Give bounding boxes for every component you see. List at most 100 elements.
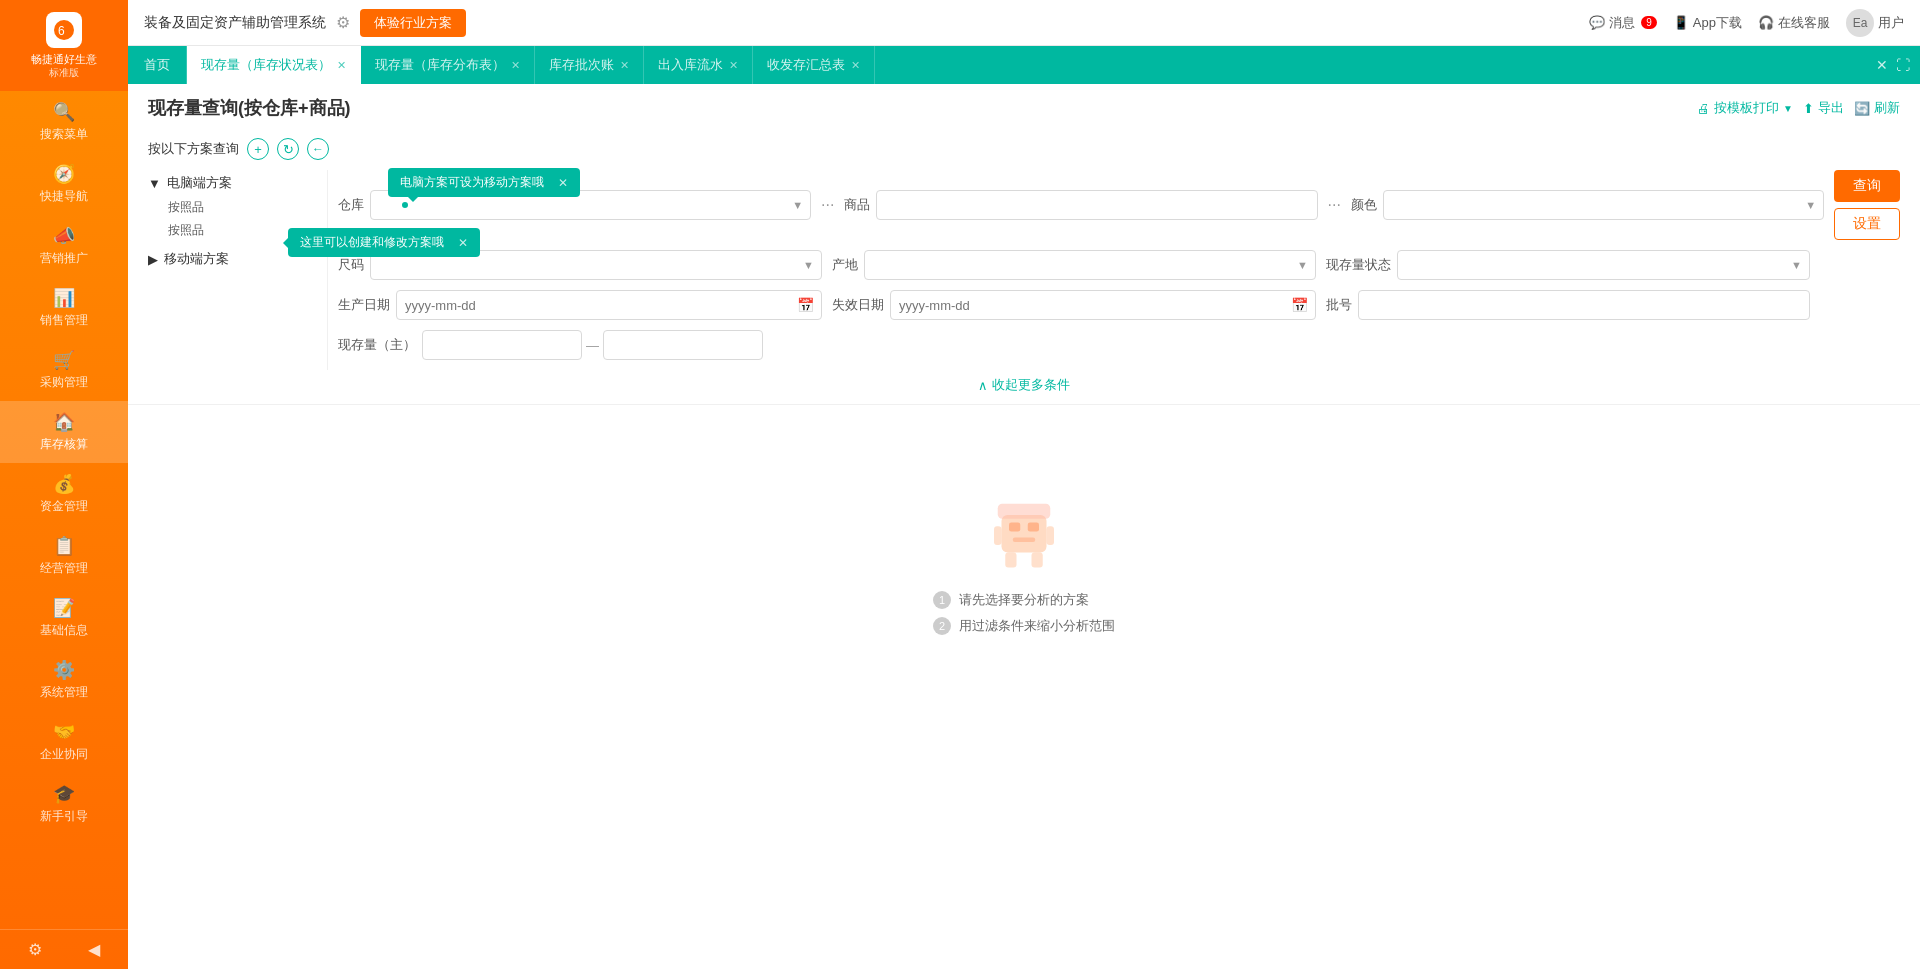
filter-stock-status: 现存量状态 ▼ <box>1326 250 1810 280</box>
sidebar-item-enterprise[interactable]: 🤝 企业协同 <box>0 711 128 773</box>
filter-color: 颜色 ▼ <box>1351 190 1824 220</box>
empty-step-2: 2 用过滤条件来缩小分析范围 <box>933 617 1115 635</box>
sidebar-item-guide[interactable]: 🎓 新手引导 <box>0 773 128 835</box>
fullscreen-icon[interactable]: ⛶ <box>1896 57 1910 73</box>
origin-select-wrapper: ▼ <box>864 250 1316 280</box>
sidebar-nav: 🔍 搜索菜单 🧭 快捷导航 📣 营销推广 📊 销售管理 🛒 采购管理 🏠 库存核… <box>0 91 128 929</box>
filter-section: 仓库 ▼ ··· 商品 <box>328 170 1900 370</box>
trial-button[interactable]: 体验行业方案 <box>360 9 466 37</box>
sidebar-item-quick-nav[interactable]: 🧭 快捷导航 <box>0 153 128 215</box>
tab-inventory-status[interactable]: 现存量（库存状况表） ✕ <box>187 46 361 84</box>
notification-btn[interactable]: 💬 消息 9 <box>1589 14 1657 32</box>
scheme-list: ▼ 电脑端方案 按照品 按照品 ▶ 移动端方案 <box>148 170 328 370</box>
online-support-btn[interactable]: 🎧 在线客服 <box>1758 14 1830 32</box>
system-settings-icon[interactable]: ⚙ <box>336 13 350 32</box>
scheme-item-1[interactable]: 按照品 <box>148 196 327 219</box>
batch-no-input[interactable] <box>1358 290 1810 320</box>
expire-date-input[interactable] <box>890 290 1316 320</box>
tab-spacer <box>875 46 1866 84</box>
main-area: 装备及固定资产辅助管理系统 ⚙ 体验行业方案 💬 消息 9 📱 App下载 🎧 … <box>128 0 1920 969</box>
back-button[interactable]: ← <box>307 138 329 160</box>
print-template-button[interactable]: 🖨 按模板打印 ▼ <box>1697 99 1793 117</box>
refresh-button[interactable]: 🔄 刷新 <box>1854 99 1900 117</box>
sidebar-item-finance[interactable]: 💰 资金管理 <box>0 463 128 525</box>
megaphone-icon: 📣 <box>53 225 75 247</box>
collapse-sidebar-icon[interactable]: ◀ <box>88 940 100 959</box>
warehouse-dots-icon[interactable]: ··· <box>821 196 834 214</box>
sidebar-item-basic-info[interactable]: 📝 基础信息 <box>0 587 128 649</box>
stock-range-label: 现存量（主） <box>338 336 416 354</box>
collapse-button[interactable]: ∧ 收起更多条件 <box>978 376 1070 394</box>
add-scheme-button[interactable]: + <box>247 138 269 160</box>
sidebar-item-purchase[interactable]: 🛒 采购管理 <box>0 339 128 401</box>
page-actions: 🖨 按模板打印 ▼ ⬆ 导出 🔄 刷新 <box>1697 99 1900 117</box>
expire-date-label: 失效日期 <box>832 296 884 314</box>
sidebar-item-marketing[interactable]: 📣 营销推广 <box>0 215 128 277</box>
sidebar-item-sales[interactable]: 📊 销售管理 <box>0 277 128 339</box>
color-select[interactable] <box>1383 190 1824 220</box>
collapse-row: ∧ 收起更多条件 <box>148 370 1900 404</box>
avatar: Ea <box>1846 9 1874 37</box>
search-area: 按以下方案查询 + ↻ ← ▼ 电脑端方案 按照品 <box>128 128 1920 405</box>
close-tooltip-1[interactable]: ✕ <box>558 176 568 190</box>
stock-range-to-input[interactable] <box>603 330 763 360</box>
empty-step-1: 1 请先选择要分析的方案 <box>933 591 1115 609</box>
settings-bottom-icon[interactable]: ⚙ <box>28 940 42 959</box>
enterprise-icon: 🤝 <box>53 721 75 743</box>
origin-select[interactable] <box>864 250 1316 280</box>
close-tab-inventory-dist[interactable]: ✕ <box>511 59 520 72</box>
svg-rect-10 <box>998 504 1051 519</box>
prod-date-input[interactable] <box>396 290 822 320</box>
range-dash: — <box>586 338 599 353</box>
page-inner: 现存量查询(按仓库+商品) 🖨 按模板打印 ▼ ⬆ 导出 🔄 刷新 <box>128 84 1920 969</box>
page-header: 现存量查询(按仓库+商品) 🖨 按模板打印 ▼ ⬆ 导出 🔄 刷新 <box>128 84 1920 128</box>
header-left: 装备及固定资产辅助管理系统 ⚙ 体验行业方案 <box>144 9 466 37</box>
stock-range-from-input[interactable] <box>422 330 582 360</box>
tab-inventory-dist[interactable]: 现存量（库存分布表） ✕ <box>361 46 535 84</box>
sidebar-bottom: ⚙ ◀ <box>0 929 128 969</box>
close-tab-flow[interactable]: ✕ <box>729 59 738 72</box>
product-input[interactable] <box>876 190 1317 220</box>
sidebar-item-search[interactable]: 🔍 搜索菜单 <box>0 91 128 153</box>
sidebar-item-operations[interactable]: 📋 经营管理 <box>0 525 128 587</box>
product-label: 商品 <box>844 196 870 214</box>
stock-status-select[interactable] <box>1397 250 1810 280</box>
close-all-icon[interactable]: ✕ <box>1876 57 1888 73</box>
sidebar-item-system[interactable]: ⚙️ 系统管理 <box>0 649 128 711</box>
sidebar: 6 畅捷通好生意 标准版 🔍 搜索菜单 🧭 快捷导航 📣 营销推广 📊 销售管理… <box>0 0 128 969</box>
tab-home[interactable]: 首页 <box>128 46 187 84</box>
close-tooltip-2[interactable]: ✕ <box>458 236 468 250</box>
tab-batch[interactable]: 库存批次账 ✕ <box>535 46 644 84</box>
size-label: 尺码 <box>338 256 364 274</box>
tab-summary[interactable]: 收发存汇总表 ✕ <box>753 46 875 84</box>
notification-badge: 9 <box>1641 16 1657 29</box>
user-area[interactable]: Ea 用户 <box>1846 9 1904 37</box>
print-dropdown-icon: ▼ <box>1783 103 1793 114</box>
product-dots-icon[interactable]: ··· <box>1328 196 1341 214</box>
export-button[interactable]: ⬆ 导出 <box>1803 99 1844 117</box>
svg-rect-3 <box>1009 523 1020 532</box>
scheme-group-desktop-header[interactable]: ▼ 电脑端方案 <box>148 170 327 196</box>
reset-button[interactable]: 设置 <box>1834 208 1900 240</box>
prod-date-wrap: 📅 <box>396 290 822 320</box>
header-right: 💬 消息 9 📱 App下载 🎧 在线客服 Ea 用户 <box>1589 9 1904 37</box>
search-header: 按以下方案查询 + ↻ ← <box>148 138 1900 160</box>
sidebar-item-inventory[interactable]: 🏠 库存核算 <box>0 401 128 463</box>
refresh-scheme-button[interactable]: ↻ <box>277 138 299 160</box>
search-button[interactable]: 查询 <box>1834 170 1900 202</box>
close-tab-inventory-status[interactable]: ✕ <box>337 59 346 72</box>
filter-origin: 产地 ▼ <box>832 250 1316 280</box>
tab-flow[interactable]: 出入库流水 ✕ <box>644 46 753 84</box>
filter-row-2: 尺码 ▼ 产地 <box>338 250 1900 280</box>
close-tab-summary[interactable]: ✕ <box>851 59 860 72</box>
close-tab-batch[interactable]: ✕ <box>620 59 629 72</box>
finance-icon: 💰 <box>53 473 75 495</box>
mobile-icon: 📱 <box>1673 15 1689 30</box>
app-download-btn[interactable]: 📱 App下载 <box>1673 14 1742 32</box>
stock-status-label: 现存量状态 <box>1326 256 1391 274</box>
filter-prod-date: 生产日期 📅 <box>338 290 822 320</box>
svg-text:6: 6 <box>58 24 65 38</box>
filter-product: 商品 <box>844 190 1317 220</box>
print-icon: 🖨 <box>1697 101 1710 116</box>
warehouse-label: 仓库 <box>338 196 364 214</box>
